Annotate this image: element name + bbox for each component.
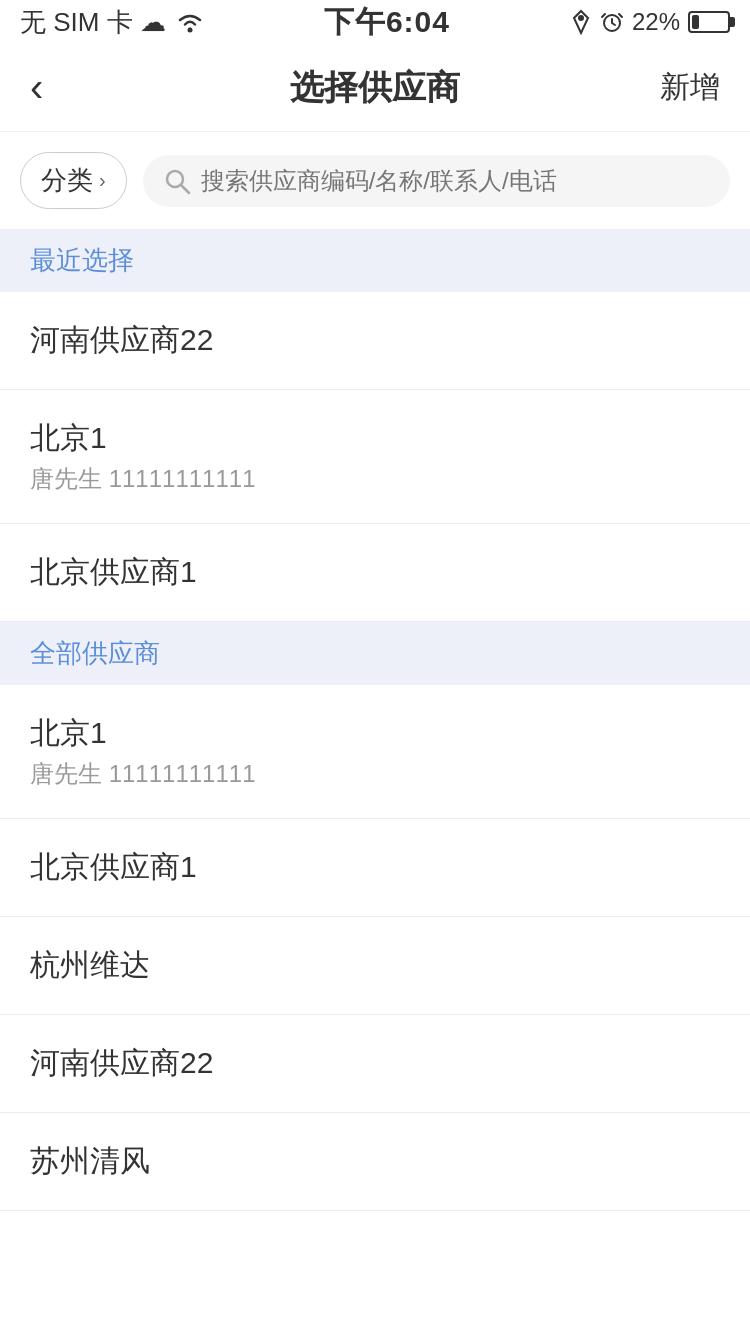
back-button[interactable]: ‹ (20, 55, 53, 120)
status-left: 无 SIM 卡 ☁ (20, 5, 204, 40)
search-input[interactable] (201, 167, 710, 195)
category-label: 分类 (41, 163, 93, 198)
page-title: 选择供应商 (290, 65, 460, 111)
item-name: 北京1 (30, 418, 720, 459)
svg-point-0 (187, 28, 192, 33)
wifi-icon (176, 11, 204, 33)
item-name: 河南供应商22 (30, 320, 720, 361)
list-item[interactable]: 北京1 唐先生 11111111111 (0, 685, 750, 819)
status-bar: 无 SIM 卡 ☁ 下午6:04 22% (0, 0, 750, 44)
filter-bar: 分类 › (0, 132, 750, 229)
svg-point-1 (578, 15, 584, 21)
item-name: 北京供应商1 (30, 552, 720, 593)
item-name: 北京供应商1 (30, 847, 720, 888)
nav-bar: ‹ 选择供应商 新增 (0, 44, 750, 132)
item-name: 杭州维达 (30, 945, 720, 986)
list-item[interactable]: 苏州清风 (0, 1113, 750, 1211)
list-item[interactable]: 杭州维达 (0, 917, 750, 1015)
list-item[interactable]: 河南供应商22 (0, 292, 750, 390)
all-list: 北京1 唐先生 11111111111 北京供应商1 杭州维达 河南供应商22 … (0, 685, 750, 1211)
item-name: 河南供应商22 (30, 1043, 720, 1084)
search-box (143, 155, 730, 207)
all-section-header: 全部供应商 (0, 622, 750, 685)
status-time: 下午6:04 (324, 2, 450, 43)
status-right: 22% (570, 8, 730, 36)
alarm-icon (600, 10, 624, 34)
location-icon (570, 9, 592, 35)
add-button[interactable]: 新增 (660, 67, 720, 108)
search-icon (163, 167, 191, 195)
list-item[interactable]: 北京供应商1 (0, 524, 750, 622)
item-name: 北京1 (30, 713, 720, 754)
list-item[interactable]: 北京1 唐先生 11111111111 (0, 390, 750, 524)
list-item[interactable]: 河南供应商22 (0, 1015, 750, 1113)
list-item[interactable]: 北京供应商1 (0, 819, 750, 917)
item-sub: 唐先生 11111111111 (30, 463, 720, 495)
sim-status: 无 SIM 卡 ☁ (20, 5, 166, 40)
chevron-right-icon: › (99, 169, 106, 192)
svg-line-4 (181, 185, 189, 193)
category-filter-button[interactable]: 分类 › (20, 152, 127, 209)
battery-percent: 22% (632, 8, 680, 36)
item-name: 苏州清风 (30, 1141, 720, 1182)
battery-icon (688, 11, 730, 33)
recent-section-header: 最近选择 (0, 229, 750, 292)
item-sub: 唐先生 11111111111 (30, 758, 720, 790)
recent-list: 河南供应商22 北京1 唐先生 11111111111 北京供应商1 (0, 292, 750, 622)
